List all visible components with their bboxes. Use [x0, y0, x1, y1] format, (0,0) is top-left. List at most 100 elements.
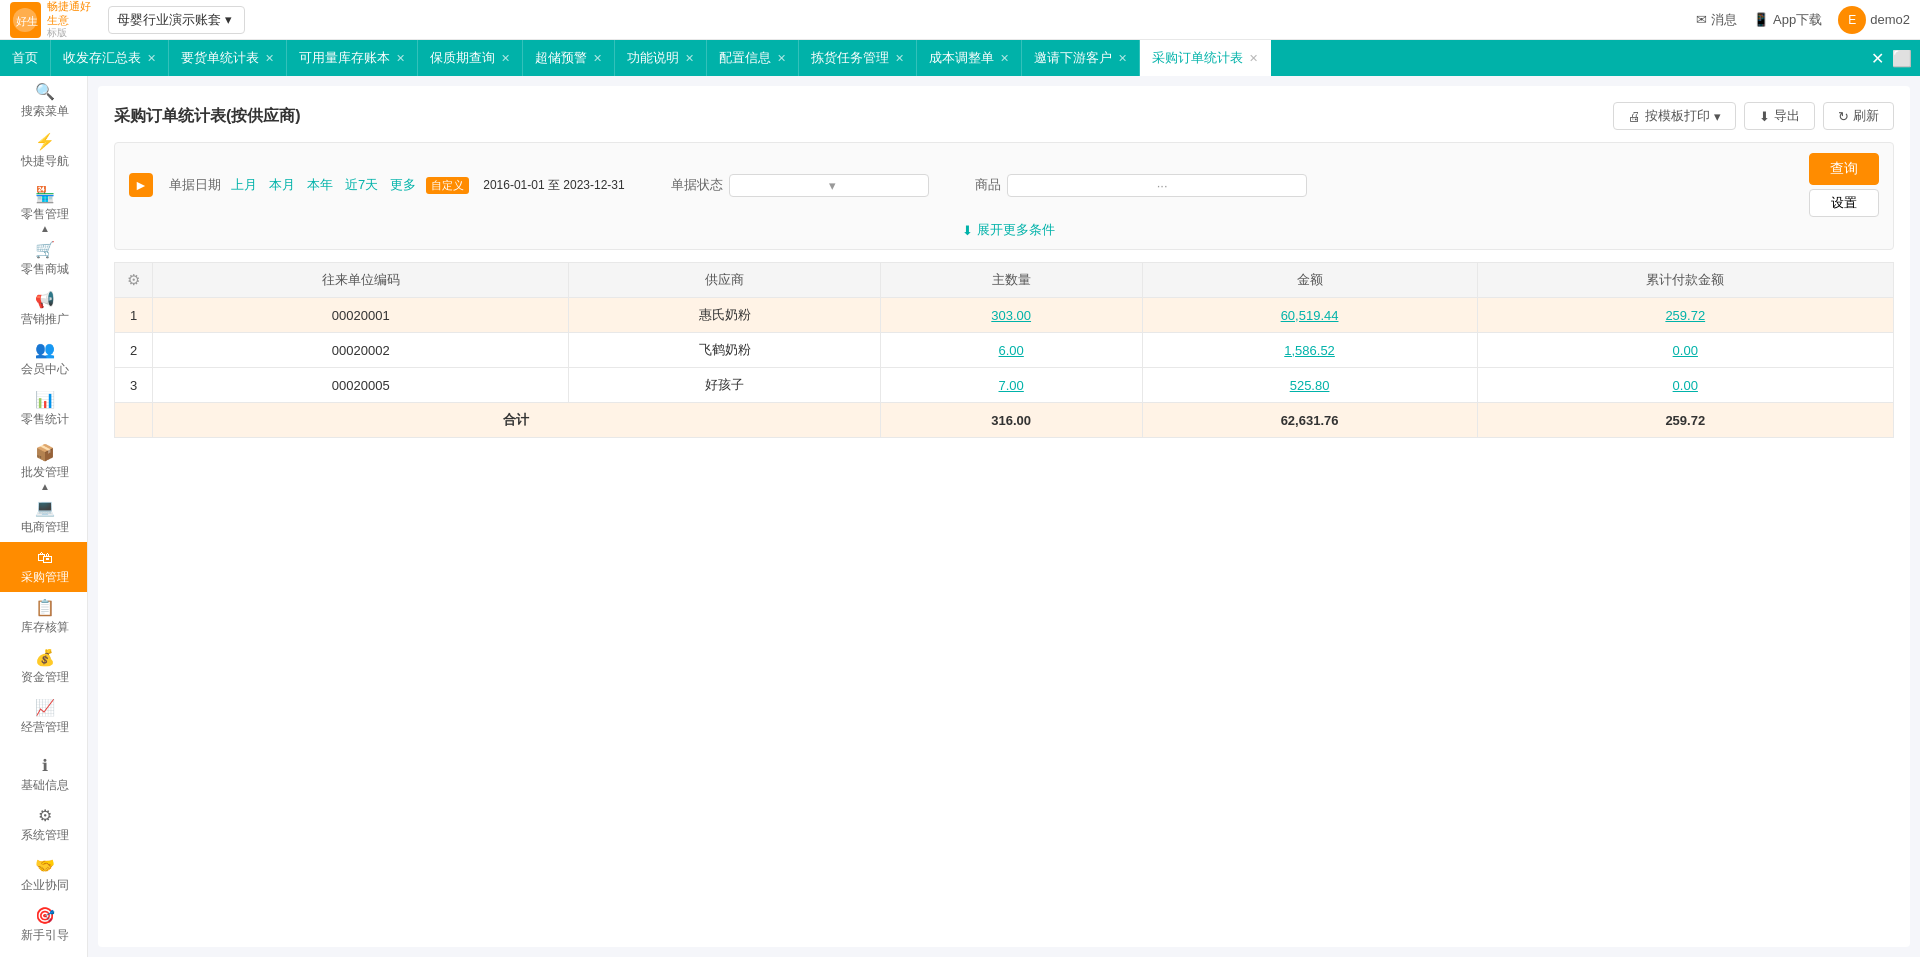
workspace-label: 母婴行业演示账套: [117, 11, 221, 29]
system-icon: ⚙: [38, 806, 52, 825]
inventory-icon: 📋: [35, 598, 55, 617]
sidebar-item-purchase[interactable]: 🛍 采购管理: [0, 542, 87, 592]
row-qty: 6.00: [880, 333, 1142, 368]
footer-amount: 62,631.76: [1142, 403, 1477, 438]
row-qty: 303.00: [880, 298, 1142, 333]
sidebar-item-finance[interactable]: 💰 资金管理: [0, 642, 87, 692]
marketing-icon: 📢: [35, 290, 55, 309]
table-row[interactable]: 2 00020002 飞鹤奶粉 6.00 1,586.52 0.00: [115, 333, 1894, 368]
data-table: ⚙ 往来单位编码 供应商 主数量 金额 累计付款金额 1 00020001 惠氏…: [114, 262, 1894, 438]
tab-close-icon[interactable]: ✕: [895, 52, 904, 65]
sidebar-item-newbie[interactable]: 🎯 新手引导: [0, 900, 87, 950]
print-button[interactable]: 🖨 按模板打印 ▾: [1613, 102, 1736, 130]
row-qty: 7.00: [880, 368, 1142, 403]
tab-gongneng[interactable]: 功能说明 ✕: [615, 40, 707, 76]
table-row[interactable]: 1 00020001 惠氏奶粉 303.00 60,519.44 259.72: [115, 298, 1894, 333]
status-select[interactable]: ▾: [729, 174, 929, 197]
shortcut-this-month[interactable]: 本月: [265, 174, 299, 196]
filter-row-main: ► 单据日期 上月 本月 本年 近7天 更多 自定义 2016-01-01 至 …: [129, 153, 1879, 217]
tab-close-icon[interactable]: ✕: [1000, 52, 1009, 65]
sidebar-item-members[interactable]: 👥 会员中心: [0, 334, 87, 384]
tab-close-icon[interactable]: ✕: [593, 52, 602, 65]
tab-baozhi[interactable]: 保质期查询 ✕: [418, 40, 523, 76]
th-paid: 累计付款金额: [1477, 263, 1893, 298]
sidebar-item-basic-info[interactable]: ℹ 基础信息: [0, 750, 87, 800]
sidebar-item-wholesale[interactable]: 📦 批发管理 ▲: [0, 442, 87, 492]
th-qty: 主数量: [880, 263, 1142, 298]
main-layout: 🔍 搜索菜单 ⚡ 快捷导航 🏪 零售管理 ▲ 🛒 零售商城 📢 营销推广 👥 会…: [0, 76, 1920, 957]
collab-icon: 🤝: [35, 856, 55, 875]
tab-chaochu[interactable]: 超储预警 ✕: [523, 40, 615, 76]
shortcut-last-month[interactable]: 上月: [227, 174, 261, 196]
tab-caigou-active[interactable]: 采购订单统计表 ✕: [1140, 40, 1271, 76]
sidebar-item-mall[interactable]: 🛒 零售商城: [0, 234, 87, 284]
status-filter-label: 单据状态: [671, 176, 723, 194]
tab-home[interactable]: 首页: [0, 40, 51, 76]
sidebar-item-inventory[interactable]: 📋 库存核算: [0, 592, 87, 642]
message-btn[interactable]: ✉ 消息: [1696, 11, 1737, 29]
tab-close-icon[interactable]: ✕: [1249, 52, 1258, 65]
user-area[interactable]: E demo2: [1838, 6, 1910, 34]
row-paid: 0.00: [1477, 368, 1893, 403]
settings-button[interactable]: 设置: [1809, 189, 1879, 217]
tab-close-icon[interactable]: ✕: [147, 52, 156, 65]
maximize-icon[interactable]: ⬜: [1892, 49, 1912, 68]
tab-close-icon[interactable]: ✕: [685, 52, 694, 65]
workspace-selector[interactable]: 母婴行业演示账套 ▾: [108, 6, 245, 34]
filter-toggle-btn[interactable]: ►: [129, 173, 153, 197]
query-button[interactable]: 查询: [1809, 153, 1879, 185]
tab-close-icon[interactable]: ✕: [777, 52, 786, 65]
goods-input[interactable]: ···: [1007, 174, 1307, 197]
tab-jianhuo[interactable]: 拣货任务管理 ✕: [799, 40, 917, 76]
sidebar-item-search[interactable]: 🔍 搜索菜单: [0, 76, 87, 126]
tab-yaoqing[interactable]: 邀请下游客户 ✕: [1022, 40, 1140, 76]
tab-shoufacun[interactable]: 收发存汇总表 ✕: [51, 40, 169, 76]
chevron-down-icon: ⬇: [962, 223, 973, 238]
export-button[interactable]: ⬇ 导出: [1744, 102, 1815, 130]
sidebar-item-ecommerce[interactable]: 💻 电商管理: [0, 492, 87, 542]
tab-close-icon[interactable]: ✕: [501, 52, 510, 65]
tab-chengben[interactable]: 成本调整单 ✕: [917, 40, 1022, 76]
app-download-btn[interactable]: 📱 App下载: [1753, 11, 1822, 29]
sidebar-item-retail-mgmt[interactable]: 🏪 零售管理 ▲: [0, 184, 87, 234]
table-header-row: ⚙ 往来单位编码 供应商 主数量 金额 累计付款金额: [115, 263, 1894, 298]
row-no: 2: [115, 333, 153, 368]
tab-peizhi[interactable]: 配置信息 ✕: [707, 40, 799, 76]
sidebar-item-marketing[interactable]: 📢 营销推广: [0, 284, 87, 334]
guide-icon: 🎯: [35, 906, 55, 925]
shortcut-this-year[interactable]: 本年: [303, 174, 337, 196]
tab-close-icon[interactable]: ✕: [396, 52, 405, 65]
operations-icon: 📈: [35, 698, 55, 717]
filter-goods-item: 商品 ···: [975, 174, 1307, 197]
sidebar-item-collab[interactable]: 🤝 企业协同: [0, 850, 87, 900]
message-icon: ✉: [1696, 12, 1707, 27]
filter-expand-row: ⬇ 展开更多条件: [129, 217, 1879, 239]
filter-bar: ► 单据日期 上月 本月 本年 近7天 更多 自定义 2016-01-01 至 …: [114, 142, 1894, 250]
sidebar-item-system[interactable]: ⚙ 系统管理: [0, 800, 87, 850]
tab-kuyong[interactable]: 可用量库存账本 ✕: [287, 40, 418, 76]
table-row[interactable]: 3 00020005 好孩子 7.00 525.80 0.00: [115, 368, 1894, 403]
tab-yaohuo[interactable]: 要货单统计表 ✕: [169, 40, 287, 76]
search-icon: 🔍: [35, 82, 55, 101]
row-no: 1: [115, 298, 153, 333]
row-code: 00020001: [153, 298, 569, 333]
sidebar-item-retail-stats[interactable]: 📊 零售统计: [0, 384, 87, 434]
sidebar-item-operations[interactable]: 📈 经营管理: [0, 692, 87, 742]
tab-close-icon[interactable]: ✕: [265, 52, 274, 65]
expand-conditions-btn[interactable]: ⬇ 展开更多条件: [962, 221, 1055, 239]
tab-close-icon[interactable]: ✕: [1118, 52, 1127, 65]
th-code: 往来单位编码: [153, 263, 569, 298]
printer-icon: 🖨: [1628, 109, 1641, 124]
close-window-icon[interactable]: ✕: [1871, 49, 1884, 68]
shortcut-more[interactable]: 更多: [386, 174, 420, 196]
sidebar: 🔍 搜索菜单 ⚡ 快捷导航 🏪 零售管理 ▲ 🛒 零售商城 📢 营销推广 👥 会…: [0, 76, 88, 957]
sidebar-item-quicknav[interactable]: ⚡ 快捷导航: [0, 126, 87, 176]
sidebar-item-app-center[interactable]: 📱 应用中心: [0, 950, 87, 957]
column-settings-icon[interactable]: ⚙: [127, 271, 140, 288]
page-title: 采购订单统计表(按供应商): [114, 106, 301, 127]
shortcut-7days[interactable]: 近7天: [341, 174, 382, 196]
row-no: 3: [115, 368, 153, 403]
refresh-button[interactable]: ↻ 刷新: [1823, 102, 1894, 130]
chevron-down-icon: ▾: [1714, 109, 1721, 124]
top-bar: 好生 畅捷通好生意 标版 母婴行业演示账套 ▾ ✉ 消息 📱 App下载 E d…: [0, 0, 1920, 40]
